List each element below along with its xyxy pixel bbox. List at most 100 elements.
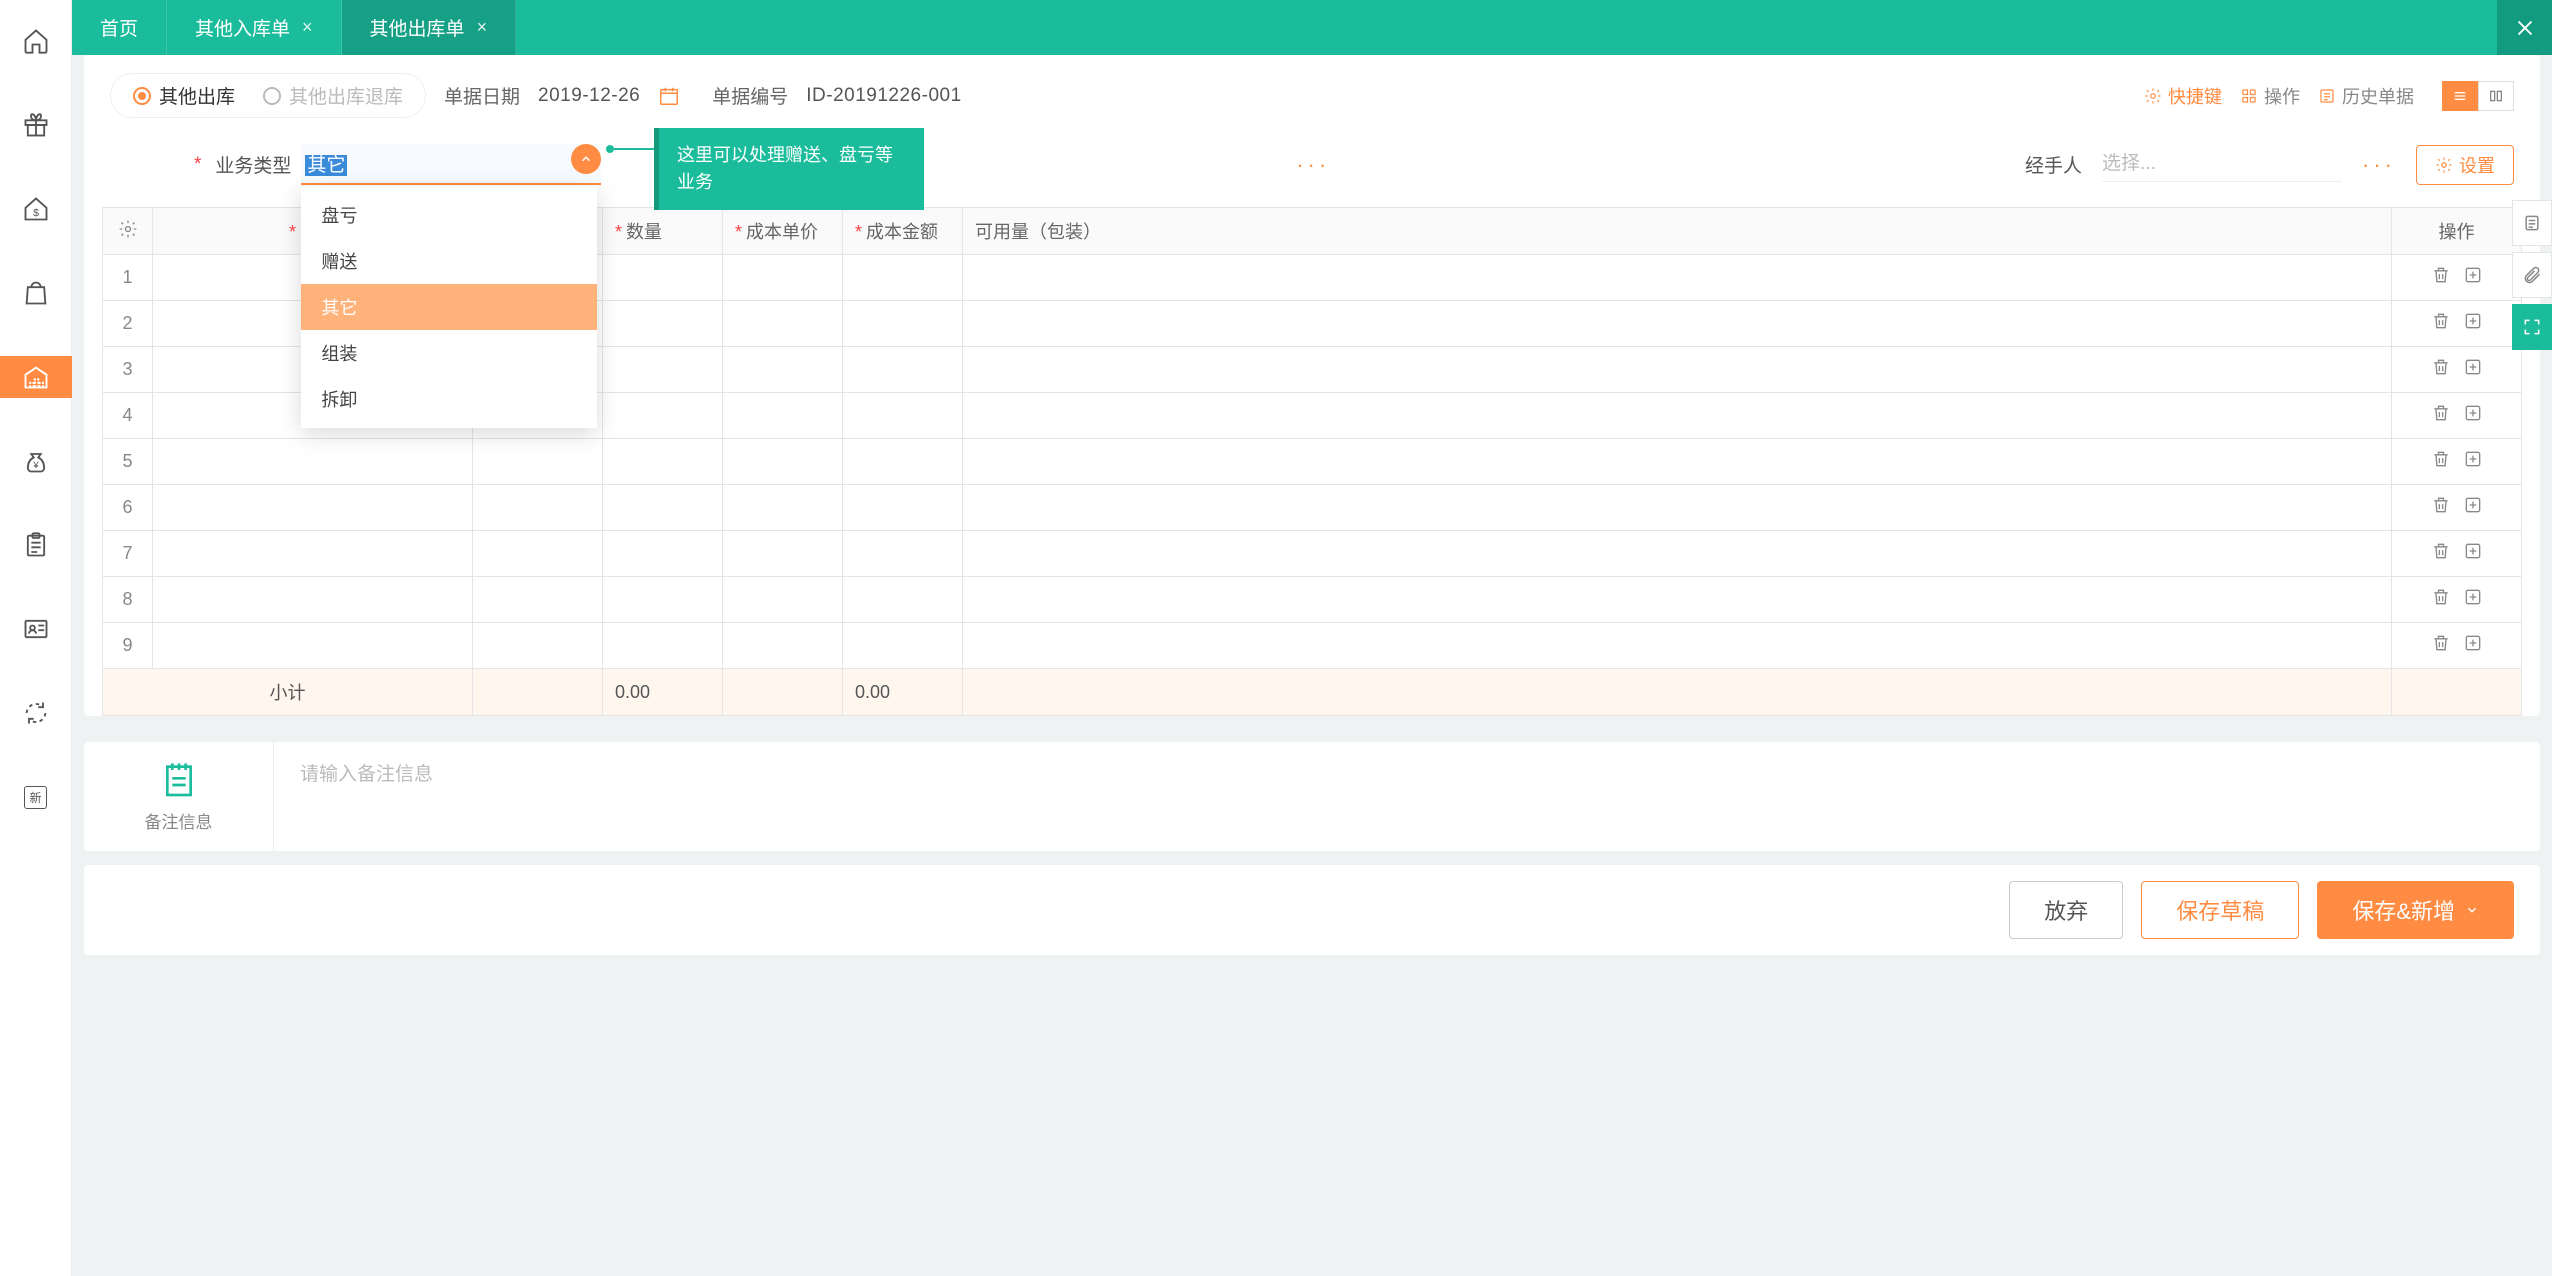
delete-icon[interactable] [2431,495,2451,515]
cell-cost-amount[interactable] [843,439,963,485]
nav-warehouse[interactable] [0,356,72,398]
table-settings-header[interactable] [103,208,153,255]
operate-link[interactable]: 操作 [2240,83,2300,109]
cell-qty[interactable] [603,393,723,439]
handler-select[interactable]: 选择... [2102,148,2342,182]
cell-cost-amount[interactable] [843,485,963,531]
table-row[interactable]: 9 [103,623,2522,669]
cell-product[interactable] [153,577,473,623]
nav-sync[interactable] [0,692,72,734]
save-draft-button[interactable]: 保存草稿 [2141,881,2299,939]
tab-other-in[interactable]: 其他入库单× [167,0,342,55]
cell-product[interactable] [153,531,473,577]
cell-available[interactable] [963,577,2392,623]
cell-cost-amount[interactable] [843,347,963,393]
remarks-input[interactable] [300,764,2514,786]
cell-unit[interactable] [473,623,603,669]
nav-gift[interactable] [0,104,72,146]
add-row-icon[interactable] [2463,449,2483,469]
save-new-button[interactable]: 保存&新增 [2317,881,2514,939]
nav-clipboard[interactable] [0,524,72,566]
add-row-icon[interactable] [2463,495,2483,515]
nav-money-bag[interactable]: ¥ [0,440,72,482]
delete-icon[interactable] [2431,265,2451,285]
cell-qty[interactable] [603,623,723,669]
dropdown-option[interactable]: 盘亏 [301,192,597,238]
cell-cost-amount[interactable] [843,577,963,623]
cell-cost-amount[interactable] [843,255,963,301]
rail-notes-button[interactable] [2512,200,2552,246]
cell-cost-amount[interactable] [843,393,963,439]
radio-outbound[interactable]: 其他出库 [133,82,235,109]
more-icon[interactable]: ··· [2362,152,2396,178]
add-row-icon[interactable] [2463,265,2483,285]
cell-cost-price[interactable] [723,255,843,301]
cell-unit[interactable] [473,485,603,531]
cell-qty[interactable] [603,347,723,393]
delete-icon[interactable] [2431,311,2451,331]
table-row[interactable]: 7 [103,531,2522,577]
cell-unit[interactable] [473,577,603,623]
add-row-icon[interactable] [2463,587,2483,607]
cell-available[interactable] [963,439,2392,485]
view-list-button[interactable] [2442,81,2478,111]
cell-cost-price[interactable] [723,301,843,347]
cell-product[interactable] [153,623,473,669]
view-grid-button[interactable] [2478,81,2514,111]
table-row[interactable]: 5 [103,439,2522,485]
cell-available[interactable] [963,623,2392,669]
cell-qty[interactable] [603,485,723,531]
cell-available[interactable] [963,255,2392,301]
add-row-icon[interactable] [2463,633,2483,653]
dropdown-option[interactable]: 其它 [301,284,597,330]
calendar-icon[interactable] [658,85,680,107]
cell-qty[interactable] [603,577,723,623]
cell-cost-price[interactable] [723,623,843,669]
cell-cost-price[interactable] [723,347,843,393]
table-row[interactable]: 6 [103,485,2522,531]
discard-button[interactable]: 放弃 [2009,881,2123,939]
dropdown-option[interactable]: 组装 [301,330,597,376]
nav-home[interactable] [0,20,72,62]
cell-unit[interactable] [473,439,603,485]
cell-cost-price[interactable] [723,531,843,577]
cell-cost-price[interactable] [723,577,843,623]
biz-type-select[interactable]: 其它 盘亏 赠送 其它 组装 拆卸 [301,144,601,185]
add-row-icon[interactable] [2463,403,2483,423]
tab-home[interactable]: 首页 [72,0,167,55]
add-row-icon[interactable] [2463,357,2483,377]
cell-qty[interactable] [603,439,723,485]
cell-cost-amount[interactable] [843,301,963,347]
add-row-icon[interactable] [2463,311,2483,331]
cell-cost-amount[interactable] [843,531,963,577]
dropdown-option[interactable]: 拆卸 [301,376,597,422]
cell-available[interactable] [963,347,2392,393]
delete-icon[interactable] [2431,541,2451,561]
cell-qty[interactable] [603,531,723,577]
close-all-tabs[interactable] [2497,0,2552,55]
delete-icon[interactable] [2431,357,2451,377]
cell-cost-price[interactable] [723,439,843,485]
delete-icon[interactable] [2431,587,2451,607]
dropdown-option[interactable]: 赠送 [301,238,597,284]
close-icon[interactable]: × [302,17,313,38]
cell-cost-price[interactable] [723,485,843,531]
history-link[interactable]: 历史单据 [2318,83,2414,109]
nav-new[interactable]: 新 [0,776,72,818]
delete-icon[interactable] [2431,449,2451,469]
rail-expand-button[interactable] [2512,304,2552,350]
cell-cost-amount[interactable] [843,623,963,669]
cell-qty[interactable] [603,255,723,301]
radio-return[interactable]: 其他出库退库 [263,82,403,109]
cell-available[interactable] [963,393,2392,439]
cell-product[interactable] [153,485,473,531]
cell-qty[interactable] [603,301,723,347]
add-row-icon[interactable] [2463,541,2483,561]
settings-button[interactable]: 设置 [2416,145,2514,185]
cell-product[interactable] [153,439,473,485]
cell-available[interactable] [963,301,2392,347]
table-row[interactable]: 8 [103,577,2522,623]
close-icon[interactable]: × [477,17,488,38]
nav-bag[interactable] [0,272,72,314]
nav-price-tag[interactable]: $ [0,188,72,230]
